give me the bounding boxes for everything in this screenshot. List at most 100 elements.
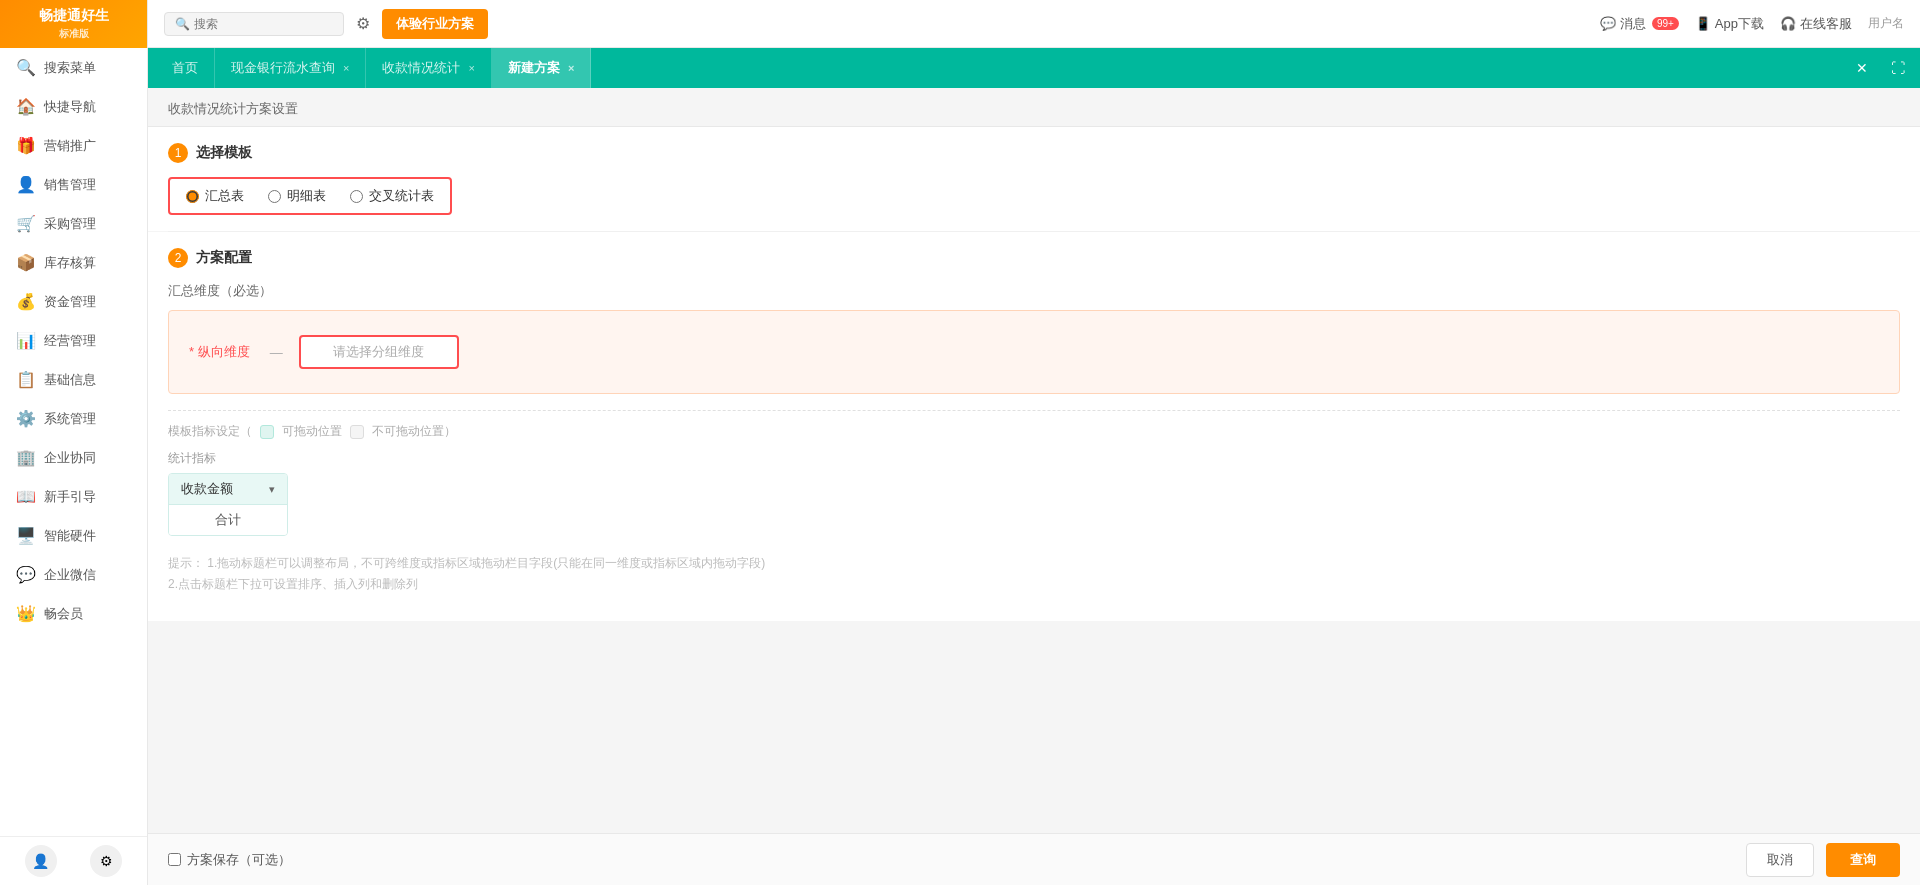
sidebar-item-9[interactable]: ⚙️系统管理 — [0, 399, 147, 438]
metrics-table: 收款金额 ▾ 合计 — [168, 473, 288, 536]
metrics-data-row: 合计 — [169, 505, 287, 535]
search-box[interactable]: 🔍 — [164, 12, 344, 36]
app-download-label: App下载 — [1715, 15, 1764, 33]
tab-3[interactable]: 新建方案 × — [492, 48, 591, 88]
sidebar-item-4[interactable]: 🛒 采购管理 — [0, 204, 147, 243]
sidebar-icon-2: 🎁 — [16, 136, 36, 155]
radio-summary-input[interactable] — [186, 190, 199, 203]
radio-cross-input[interactable] — [350, 190, 363, 203]
sidebar-label-12: 智能硬件 — [44, 527, 96, 545]
query-button[interactable]: 查询 — [1826, 843, 1900, 877]
dimension-selector[interactable]: 请选择分组维度 — [299, 335, 459, 369]
app-download-btn[interactable]: 📱 App下载 — [1695, 15, 1764, 33]
topbar-right: 💬 消息 99+ 📱 App下载 🎧 在线客服 用户名 — [1600, 15, 1904, 33]
tab-label-3: 新建方案 — [508, 59, 560, 77]
radio-cross[interactable]: 交叉统计表 — [350, 187, 434, 205]
tip2: 2.点击标题栏下拉可设置排序、插入列和删除列 — [168, 576, 1900, 593]
sidebar-icon-1: 🏠 — [16, 97, 36, 116]
template-select-area: 汇总表 明细表 交叉统计表 — [168, 177, 1900, 215]
radio-summary[interactable]: 汇总表 — [186, 187, 244, 205]
cancel-button[interactable]: 取消 — [1746, 843, 1814, 877]
movable-indicator — [260, 425, 274, 439]
step2-title: 方案配置 — [196, 249, 252, 267]
username-label: 用户名 — [1868, 15, 1904, 32]
search-input[interactable] — [194, 17, 334, 31]
tabbar: 首页现金银行流水查询× 收款情况统计 × 新建方案 × ✕ ⛶ — [148, 48, 1920, 88]
tab-close-1[interactable]: × — [343, 62, 349, 74]
dimension-section-title: 汇总维度（必选） — [168, 282, 1900, 300]
online-service-btn[interactable]: 🎧 在线客服 — [1780, 15, 1852, 33]
sidebar-label-7: 经营管理 — [44, 332, 96, 350]
fixed-indicator — [350, 425, 364, 439]
metrics-header[interactable]: 收款金额 ▾ — [169, 474, 287, 505]
column-header-text: 收款金额 — [181, 480, 233, 498]
step1-section: 1 选择模板 汇总表 明细表 交叉统计表 — [148, 127, 1920, 231]
maximize-btn[interactable]: ⛶ — [1884, 54, 1912, 82]
radio-cross-label: 交叉统计表 — [369, 187, 434, 205]
sidebar-label-10: 企业协同 — [44, 449, 96, 467]
sidebar-item-1[interactable]: 🏠 快捷导航 — [0, 87, 147, 126]
sidebar-label-4: 采购管理 — [44, 215, 96, 233]
close-tab-btn[interactable]: ✕ — [1848, 54, 1876, 82]
message-badge: 99+ — [1652, 17, 1679, 30]
tab-close-3[interactable]: × — [568, 62, 574, 74]
sidebar-item-11[interactable]: 📖新手引导 — [0, 477, 147, 516]
sidebar-icon-12: 🖥️ — [16, 526, 36, 545]
sidebar-item-6[interactable]: 💰 资金管理 — [0, 282, 147, 321]
chevron-down-icon: ▾ — [269, 483, 275, 496]
message-icon: 💬 — [1600, 16, 1616, 31]
dimension-arrow: — — [270, 345, 283, 360]
sidebar-item-7[interactable]: 📊 经营管理 — [0, 321, 147, 360]
sidebar-item-0[interactable]: 🔍搜索菜单 — [0, 48, 147, 87]
trial-button[interactable]: 体验行业方案 — [382, 9, 488, 39]
sidebar-item-3[interactable]: 👤销售管理 — [0, 165, 147, 204]
sidebar-icon-9: ⚙️ — [16, 409, 36, 428]
metrics-section: 模板指标设定（ 可拖动位置 不可拖动位置） 统计指标 收款金额 ▾ 合计 — [168, 410, 1900, 539]
sidebar-item-8[interactable]: 📋基础信息 — [0, 360, 147, 399]
logo-sub: 标准版 — [59, 27, 89, 41]
sidebar-label-11: 新手引导 — [44, 488, 96, 506]
gear-icon[interactable]: ⚙ — [356, 14, 370, 33]
sidebar-label-14: 畅会员 — [44, 605, 83, 623]
sidebar-settings-btn[interactable]: ⚙ — [90, 845, 122, 877]
sidebar-item-5[interactable]: 📦 库存核算 — [0, 243, 147, 282]
dimension-row: * 纵向维度 — 请选择分组维度 — [189, 335, 1879, 369]
dimension-selector-text: 请选择分组维度 — [333, 343, 424, 361]
tab-label-2: 收款情况统计 — [382, 59, 460, 77]
search-icon: 🔍 — [175, 17, 190, 31]
tab-1[interactable]: 现金银行流水查询× — [215, 48, 366, 88]
sidebar-item-2[interactable]: 🎁营销推广 — [0, 126, 147, 165]
sidebar-item-10[interactable]: 🏢企业协同 — [0, 438, 147, 477]
tab-2[interactable]: 收款情况统计 × — [366, 48, 491, 88]
tab-0[interactable]: 首页 — [156, 48, 215, 88]
page-content: 收款情况统计方案设置 1 选择模板 汇总表 明细表 — [148, 88, 1920, 833]
sidebar-bottom: 👤 ⚙ — [0, 836, 147, 885]
sidebar-item-12[interactable]: 🖥️ 智能硬件 — [0, 516, 147, 555]
sidebar-label-5: 库存核算 — [44, 254, 96, 272]
row-label-text: 合计 — [215, 512, 241, 527]
step1-header: 1 选择模板 — [168, 143, 1900, 163]
sidebar-icon-14: 👑 — [16, 604, 36, 623]
bottom-actions: 取消 查询 — [1746, 843, 1900, 877]
save-checkbox[interactable] — [168, 853, 181, 866]
tab-close-2[interactable]: × — [468, 62, 474, 74]
sidebar-label-13: 企业微信 — [44, 566, 96, 584]
sidebar-icon-5: 📦 — [16, 253, 36, 272]
sidebar-label-8: 基础信息 — [44, 371, 96, 389]
radio-detail-input[interactable] — [268, 190, 281, 203]
sidebar-icon-7: 📊 — [16, 331, 36, 350]
sidebar-label-6: 资金管理 — [44, 293, 96, 311]
sidebar-avatar-btn[interactable]: 👤 — [25, 845, 57, 877]
save-checkbox-label[interactable]: 方案保存（可选） — [168, 851, 291, 869]
sidebar-item-13[interactable]: 💬企业微信 — [0, 555, 147, 594]
radio-detail[interactable]: 明细表 — [268, 187, 326, 205]
fixed-label: 不可拖动位置） — [372, 423, 456, 440]
sidebar-icon-4: 🛒 — [16, 214, 36, 233]
metrics-hint-row: 模板指标设定（ 可拖动位置 不可拖动位置） — [168, 423, 1900, 440]
sidebar-label-1: 快捷导航 — [44, 98, 96, 116]
app-icon: 📱 — [1695, 16, 1711, 31]
message-btn[interactable]: 💬 消息 99+ — [1600, 15, 1679, 33]
sidebar-item-14[interactable]: 👑 畅会员 — [0, 594, 147, 633]
step1-title: 选择模板 — [196, 144, 252, 162]
sidebar-icon-6: 💰 — [16, 292, 36, 311]
